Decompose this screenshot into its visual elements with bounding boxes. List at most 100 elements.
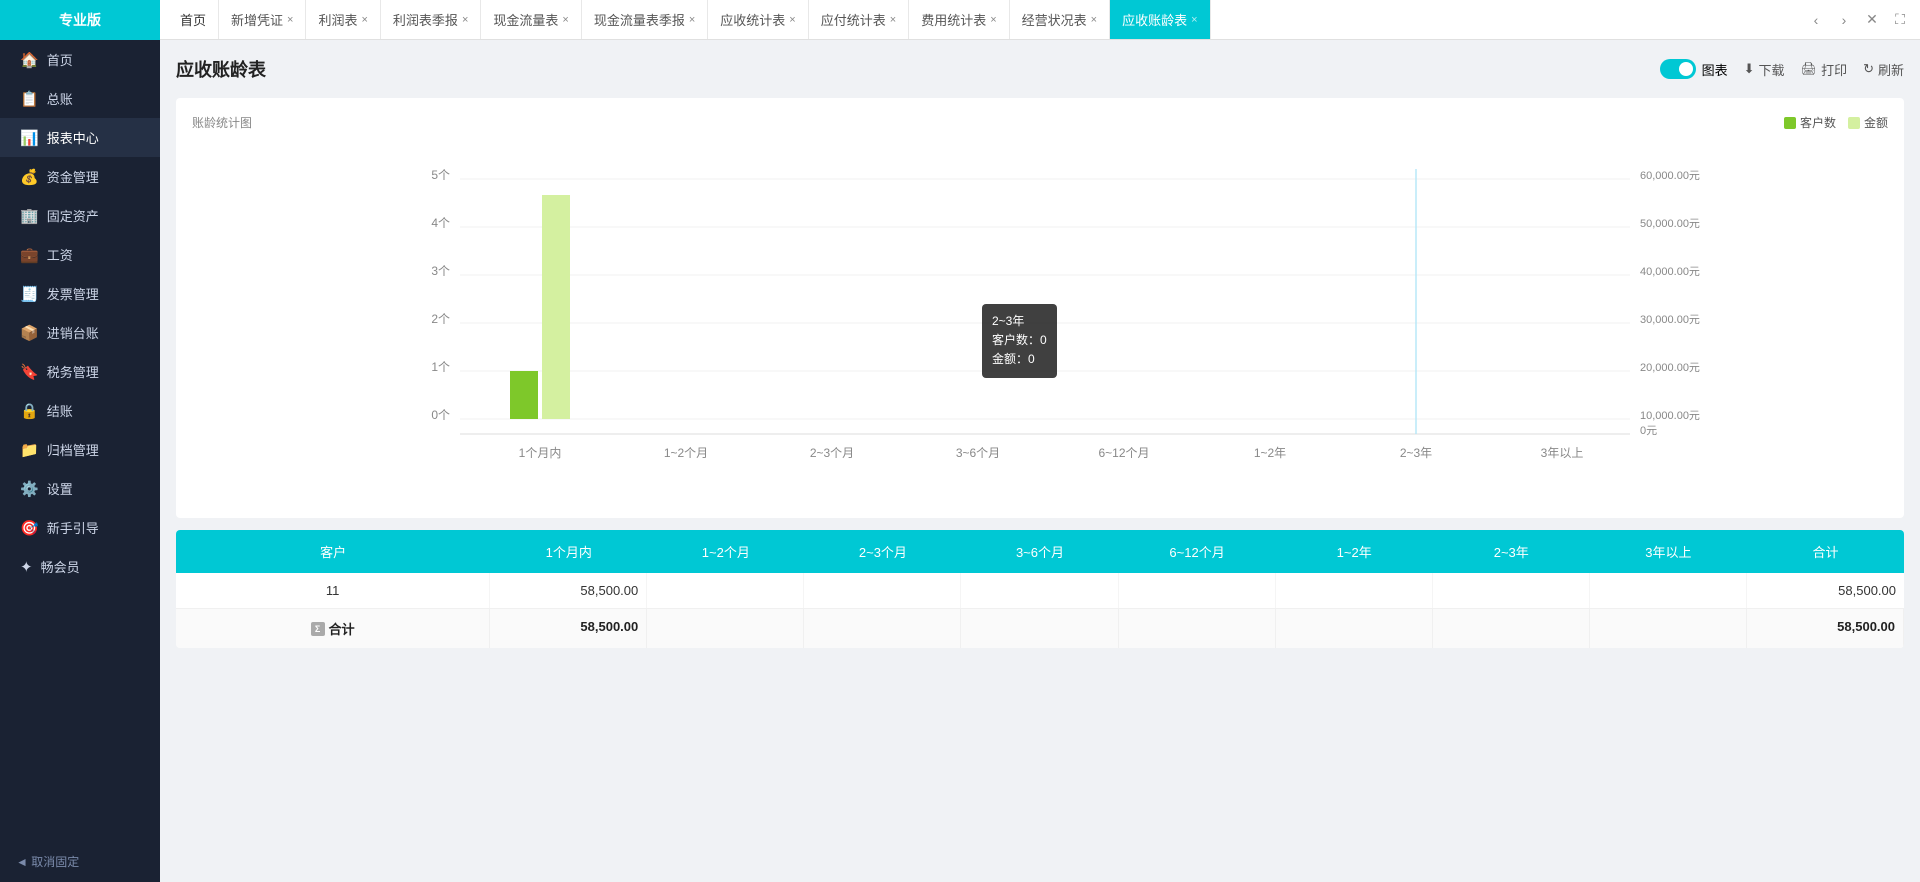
tab-profit-quarter[interactable]: 利润表季报 × <box>381 0 481 40</box>
tab-close-cashflow[interactable]: × <box>562 14 568 26</box>
chart-toggle[interactable]: 图表 <box>1660 59 1728 79</box>
chart-svg-wrapper: 5个 4个 3个 2个 1个 0个 60,000.00元 50,000.00元 … <box>192 139 1888 502</box>
total-m3 <box>804 609 961 648</box>
sidebar-item-salary[interactable]: 💼 工资 <box>0 235 160 274</box>
tab-close-payable-stat[interactable]: × <box>890 14 896 26</box>
svg-text:10,000.00元: 10,000.00元 <box>1640 410 1700 422</box>
svg-text:3年以上: 3年以上 <box>1541 446 1584 460</box>
table-header: 客户 1个月内 1~2个月 2~3个月 3~6个月 6~12个月 1~2年 2~… <box>176 530 1904 573</box>
total-m1: 58,500.00 <box>490 609 647 648</box>
svg-text:2~3个月: 2~3个月 <box>810 446 854 460</box>
legend-amount-dot <box>1848 117 1860 129</box>
sidebar-item-tax[interactable]: 🔖 税务管理 <box>0 352 160 391</box>
tab-payable-stat[interactable]: 应付统计表 × <box>809 0 909 40</box>
tab-scroll-right[interactable]: › <box>1832 8 1856 32</box>
sidebar-item-funds[interactable]: 💰 资金管理 <box>0 157 160 196</box>
col-m8: 3年以上 <box>1590 530 1747 573</box>
col-m7: 2~3年 <box>1433 530 1590 573</box>
svg-text:0元: 0元 <box>1640 425 1657 437</box>
chart-title: 账龄统计图 <box>192 114 1888 131</box>
svg-text:30,000.00元: 30,000.00元 <box>1640 314 1700 326</box>
total-grand: 58,500.00 <box>1747 609 1904 648</box>
svg-text:1~2年: 1~2年 <box>1254 446 1286 460</box>
archive-icon: 📁 <box>20 441 39 459</box>
col-m4: 3~6个月 <box>961 530 1118 573</box>
settings-icon: ⚙️ <box>20 480 39 498</box>
sidebar-item-ledger[interactable]: 📋 总账 <box>0 79 160 118</box>
sales-icon: 📦 <box>20 324 39 342</box>
sidebar-item-home[interactable]: 🏠 首页 <box>0 40 160 79</box>
col-m3: 2~3个月 <box>804 530 961 573</box>
total-m2 <box>647 609 804 648</box>
tab-scroll-left[interactable]: ‹ <box>1804 8 1828 32</box>
tab-voucher[interactable]: 新增凭证 × <box>219 0 306 40</box>
legend-customer: 客户数 <box>1784 114 1836 131</box>
svg-text:40,000.00元: 40,000.00元 <box>1640 266 1700 278</box>
sidebar-item-member[interactable]: ✦ 畅会员 <box>0 547 160 586</box>
svg-text:0个: 0个 <box>431 408 450 422</box>
tab-close-voucher[interactable]: × <box>287 14 293 26</box>
svg-text:1个月内: 1个月内 <box>519 446 562 460</box>
row-m7 <box>1433 573 1590 608</box>
col-total: 合计 <box>1747 530 1904 573</box>
svg-text:2~3年: 2~3年 <box>1400 446 1432 460</box>
sidebar-item-archive[interactable]: 📁 归档管理 <box>0 430 160 469</box>
tab-bar: 首页 新增凭证 × 利润表 × 利润表季报 × 现金流量表 × 现金流量表季报 … <box>160 0 1920 40</box>
unpin-sidebar[interactable]: ◄ 取消固定 <box>0 841 160 882</box>
sidebar-item-guide[interactable]: 🎯 新手引导 <box>0 508 160 547</box>
col-m6: 1~2年 <box>1276 530 1433 573</box>
tab-close-all[interactable]: ✕ <box>1860 8 1884 32</box>
tab-close-expense-stat[interactable]: × <box>990 14 996 26</box>
row-m1: 58,500.00 <box>490 573 647 608</box>
tab-expense-stat[interactable]: 费用统计表 × <box>909 0 1009 40</box>
tab-close-operation[interactable]: × <box>1091 14 1097 26</box>
sidebar-item-assets[interactable]: 🏢 固定资产 <box>0 196 160 235</box>
total-m4 <box>961 609 1118 648</box>
row-m2 <box>647 573 804 608</box>
col-m5: 6~12个月 <box>1119 530 1276 573</box>
refresh-btn[interactable]: ↻ 刷新 <box>1863 60 1904 79</box>
tab-aging[interactable]: 应收账龄表 × <box>1110 0 1210 40</box>
tab-home[interactable]: 首页 <box>168 0 219 40</box>
tab-operation[interactable]: 经营状况表 × <box>1010 0 1110 40</box>
home-icon: 🏠 <box>20 51 39 69</box>
page-title: 应收账龄表 <box>176 56 266 82</box>
tab-cashflow[interactable]: 现金流量表 × <box>481 0 581 40</box>
chart-svg: 5个 4个 3个 2个 1个 0个 60,000.00元 50,000.00元 … <box>192 139 1888 499</box>
tab-close-aging[interactable]: × <box>1191 14 1197 26</box>
tab-close-receivable-stat[interactable]: × <box>789 14 795 26</box>
svg-text:3~6个月: 3~6个月 <box>956 446 1000 460</box>
sidebar-item-close[interactable]: 🔒 结账 <box>0 391 160 430</box>
tab-cashflow-quarter[interactable]: 现金流量表季报 × <box>582 0 708 40</box>
svg-text:2个: 2个 <box>431 312 450 326</box>
row-m5 <box>1119 573 1276 608</box>
chart-legend: 客户数 金额 <box>1784 114 1888 131</box>
sidebar-item-reports[interactable]: 📊 报表中心 <box>0 118 160 157</box>
svg-text:6~12个月: 6~12个月 <box>1098 446 1149 460</box>
tab-close-cashflow-quarter[interactable]: × <box>689 14 695 26</box>
svg-text:20,000.00元: 20,000.00元 <box>1640 362 1700 374</box>
member-icon: ✦ <box>20 558 33 576</box>
page-actions: 图表 ⬇ 下载 🖨 打印 ↻ 刷新 <box>1660 59 1904 79</box>
tab-receivable-stat[interactable]: 应收统计表 × <box>708 0 808 40</box>
toggle-switch-btn[interactable] <box>1660 59 1696 79</box>
chart-container: 账龄统计图 客户数 金额 5个 4个 3个 2个 1个 <box>176 98 1904 518</box>
sidebar-item-invoice[interactable]: 🧾 发票管理 <box>0 274 160 313</box>
invoice-icon: 🧾 <box>20 285 39 303</box>
svg-text:1个: 1个 <box>431 360 450 374</box>
col-m2: 1~2个月 <box>647 530 804 573</box>
total-label-cell: Σ 合计 <box>176 609 490 648</box>
tab-close-profit[interactable]: × <box>361 14 367 26</box>
total-m7 <box>1433 609 1590 648</box>
funds-icon: 💰 <box>20 168 39 186</box>
sidebar-item-sales[interactable]: 📦 进销台账 <box>0 313 160 352</box>
print-btn[interactable]: 🖨 打印 <box>1801 60 1848 79</box>
tab-maximize[interactable]: ⛶ <box>1888 8 1912 32</box>
sidebar-item-settings[interactable]: ⚙️ 设置 <box>0 469 160 508</box>
tax-icon: 🔖 <box>20 363 39 381</box>
sidebar: 专业版 🏠 首页 📋 总账 📊 报表中心 💰 资金管理 🏢 固定资产 💼 工资 … <box>0 0 160 882</box>
tab-profit[interactable]: 利润表 × <box>306 0 380 40</box>
tab-close-profit-quarter[interactable]: × <box>462 14 468 26</box>
row-m8 <box>1590 573 1747 608</box>
download-btn[interactable]: ⬇ 下载 <box>1744 60 1785 79</box>
